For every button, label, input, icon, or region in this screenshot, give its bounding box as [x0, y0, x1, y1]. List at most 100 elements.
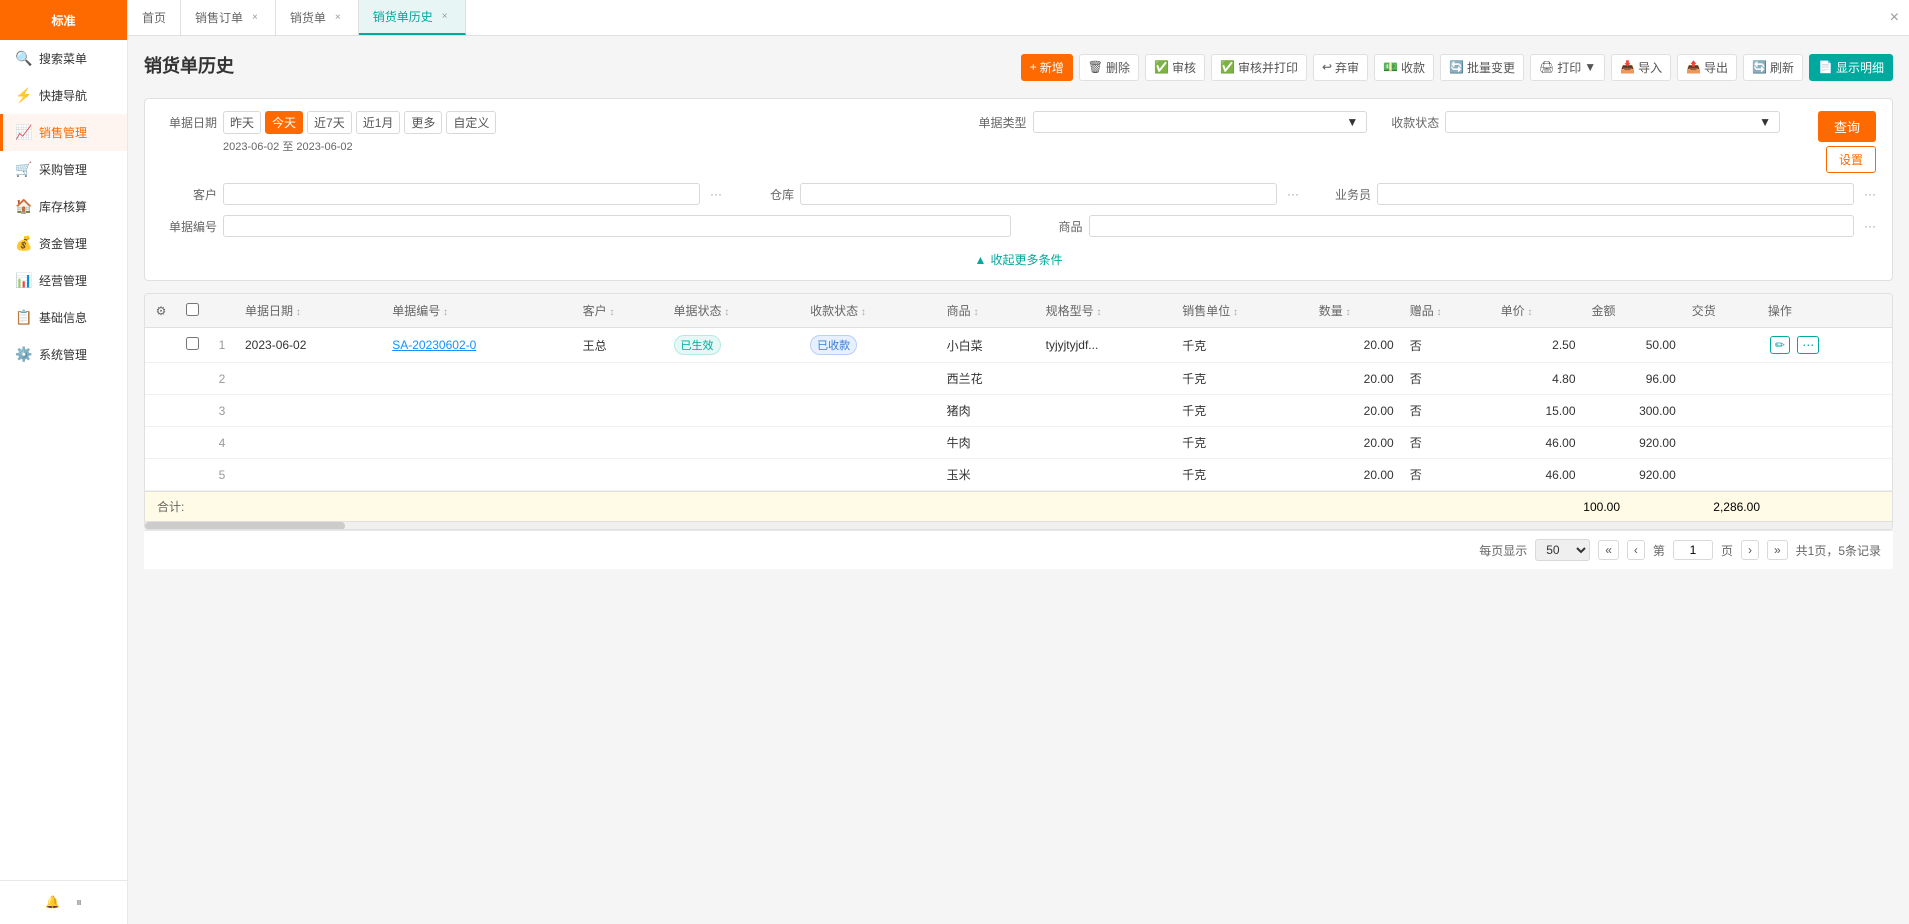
goods-dots[interactable]: ···: [1864, 219, 1876, 233]
abandon-button[interactable]: ↩ 弃审: [1313, 54, 1368, 81]
horizontal-scrollbar[interactable]: [145, 521, 1892, 529]
goods-input[interactable]: [1089, 215, 1855, 237]
warehouse-input[interactable]: [800, 183, 1277, 205]
table-row: 4 牛肉 千克 20.00 否 46.00 920.00: [145, 427, 1892, 459]
notification-icon[interactable]: 🔔: [45, 895, 60, 910]
sidebar-item-ops-mgmt[interactable]: 📊 经营管理: [0, 262, 127, 299]
row-select-checkbox[interactable]: [186, 337, 199, 350]
today-btn[interactable]: 今天: [265, 111, 303, 134]
first-page-button[interactable]: «: [1598, 540, 1619, 560]
tabs-end-close[interactable]: ×: [1890, 9, 1909, 27]
month-btn[interactable]: 近1月: [356, 111, 401, 134]
col-customer[interactable]: 客户: [575, 294, 666, 328]
sidebar-item-search-menu[interactable]: 🔍 搜索菜单: [0, 40, 127, 77]
sidebar-item-stock-calc[interactable]: 🏠 库存核算: [0, 188, 127, 225]
per-page-select[interactable]: 50 20 100: [1535, 539, 1590, 561]
agent-dots[interactable]: ···: [1864, 187, 1876, 201]
row-doc-status: [666, 395, 803, 427]
setup-button[interactable]: 设置: [1826, 146, 1876, 173]
sidebar-item-quick-nav[interactable]: ⚡ 快捷导航: [0, 77, 127, 114]
print-button[interactable]: 🖨 打印 ▼: [1530, 54, 1605, 81]
tabs-bar: 首页 销售订单 × 销货单 × 销货单历史 × ×: [128, 0, 1909, 36]
col-gift[interactable]: 赠品: [1402, 294, 1493, 328]
col-settings[interactable]: ⚙: [145, 294, 177, 328]
row-checkbox[interactable]: [177, 363, 207, 395]
col-spec[interactable]: 规格型号: [1038, 294, 1175, 328]
tab-sales-history[interactable]: 销货单历史 ×: [359, 0, 466, 35]
tab-sales-delivery-close[interactable]: ×: [332, 11, 344, 24]
audit-button[interactable]: ✅ 审核: [1145, 54, 1205, 81]
col-goods[interactable]: 商品: [939, 294, 1038, 328]
more-btn[interactable]: 更多: [404, 111, 442, 134]
scrollbar-thumb[interactable]: [145, 522, 345, 530]
row-checkbox[interactable]: [177, 395, 207, 427]
week-btn[interactable]: 近7天: [307, 111, 352, 134]
prev-page-button[interactable]: ‹: [1627, 540, 1645, 560]
doc-num-link[interactable]: SA-20230602-0: [392, 338, 476, 352]
tab-sales-order[interactable]: 销售订单 ×: [181, 0, 276, 35]
sidebar-item-sales-mgmt[interactable]: 📈 销售管理: [0, 114, 127, 151]
sidebar-item-basic-info[interactable]: 📋 基础信息: [0, 299, 127, 336]
page-number-input[interactable]: [1673, 540, 1713, 560]
row-unit-price: 4.80: [1493, 363, 1584, 395]
import-button[interactable]: 📥 导入: [1611, 54, 1671, 81]
tab-sales-order-close[interactable]: ×: [249, 11, 261, 24]
sidebar-item-purchase-mgmt[interactable]: 🛒 采购管理: [0, 151, 127, 188]
row-doc-status: [666, 459, 803, 491]
col-unit-price[interactable]: 单价: [1493, 294, 1584, 328]
row-amount: 920.00: [1584, 459, 1684, 491]
row-spec: [1038, 395, 1175, 427]
row-doc-num: [384, 395, 574, 427]
row-checkbox[interactable]: [177, 328, 207, 363]
warehouse-dots[interactable]: ···: [1287, 187, 1299, 201]
print-icon: 🖨: [1539, 60, 1554, 74]
last-page-button[interactable]: »: [1767, 540, 1788, 560]
row-transaction: [1684, 395, 1760, 427]
col-doc-num[interactable]: 单据编号: [384, 294, 574, 328]
filter-section: 单据日期 昨天 今天 近7天 近1月 更多 自定义 2023-06-02 至 2…: [144, 98, 1893, 281]
tab-home[interactable]: 首页: [128, 0, 181, 35]
sidebar-item-finance-mgmt[interactable]: 💰 资金管理: [0, 225, 127, 262]
batch-change-button[interactable]: 🔄 批量变更: [1440, 54, 1524, 81]
sidebar-item-sys-mgmt[interactable]: ⚙️ 系统管理: [0, 336, 127, 373]
select-all-checkbox[interactable]: [186, 303, 199, 316]
row-more-button[interactable]: ⋯: [1797, 336, 1819, 354]
row-amount: 920.00: [1584, 427, 1684, 459]
table-row: 2 西兰花 千克 20.00 否 4.80 96.00: [145, 363, 1892, 395]
delete-button[interactable]: 🗑 删除: [1079, 54, 1139, 81]
yesterday-btn[interactable]: 昨天: [223, 111, 261, 134]
row-doc-status: [666, 427, 803, 459]
pause-icon[interactable]: ⏸: [76, 895, 82, 910]
collect-status-select[interactable]: ▼: [1445, 111, 1780, 133]
col-collect-status[interactable]: 收款状态: [802, 294, 939, 328]
custom-btn[interactable]: 自定义: [446, 111, 496, 134]
doc-type-select[interactable]: ▼: [1033, 111, 1368, 133]
col-doc-status[interactable]: 单据状态: [666, 294, 803, 328]
row-checkbox[interactable]: [177, 427, 207, 459]
col-transaction: 交货: [1684, 294, 1760, 328]
query-button[interactable]: 查询: [1818, 111, 1876, 142]
tab-sales-delivery[interactable]: 销货单 ×: [276, 0, 359, 35]
table-footer: 合计: 100.00 2,286.00: [145, 491, 1892, 521]
customer-input[interactable]: [223, 183, 700, 205]
col-sales-unit[interactable]: 销售单位: [1174, 294, 1311, 328]
refresh-button[interactable]: 🔄 刷新: [1743, 54, 1803, 81]
finance-icon: 💰: [15, 235, 31, 252]
collect-button[interactable]: 💵 收款: [1374, 54, 1434, 81]
docnum-input[interactable]: [223, 215, 1011, 237]
row-customer: [575, 395, 666, 427]
show-detail-button[interactable]: 📄 显示明细: [1809, 54, 1893, 81]
settings-gear-icon: ⚙: [156, 304, 167, 318]
row-checkbox[interactable]: [177, 459, 207, 491]
audit-print-button[interactable]: ✅ 审核并打印: [1211, 54, 1307, 81]
col-doc-date[interactable]: 单据日期: [237, 294, 384, 328]
tab-sales-history-close[interactable]: ×: [439, 10, 451, 23]
collapse-button[interactable]: ▲ 收起更多条件: [975, 251, 1063, 268]
customer-dots[interactable]: ···: [710, 187, 722, 201]
row-edit-button[interactable]: ✏: [1770, 336, 1790, 354]
new-button[interactable]: + 新增: [1021, 54, 1073, 81]
next-page-button[interactable]: ›: [1741, 540, 1759, 560]
agent-input[interactable]: [1377, 183, 1854, 205]
col-quantity[interactable]: 数量: [1311, 294, 1402, 328]
export-button[interactable]: 📤 导出: [1677, 54, 1737, 81]
